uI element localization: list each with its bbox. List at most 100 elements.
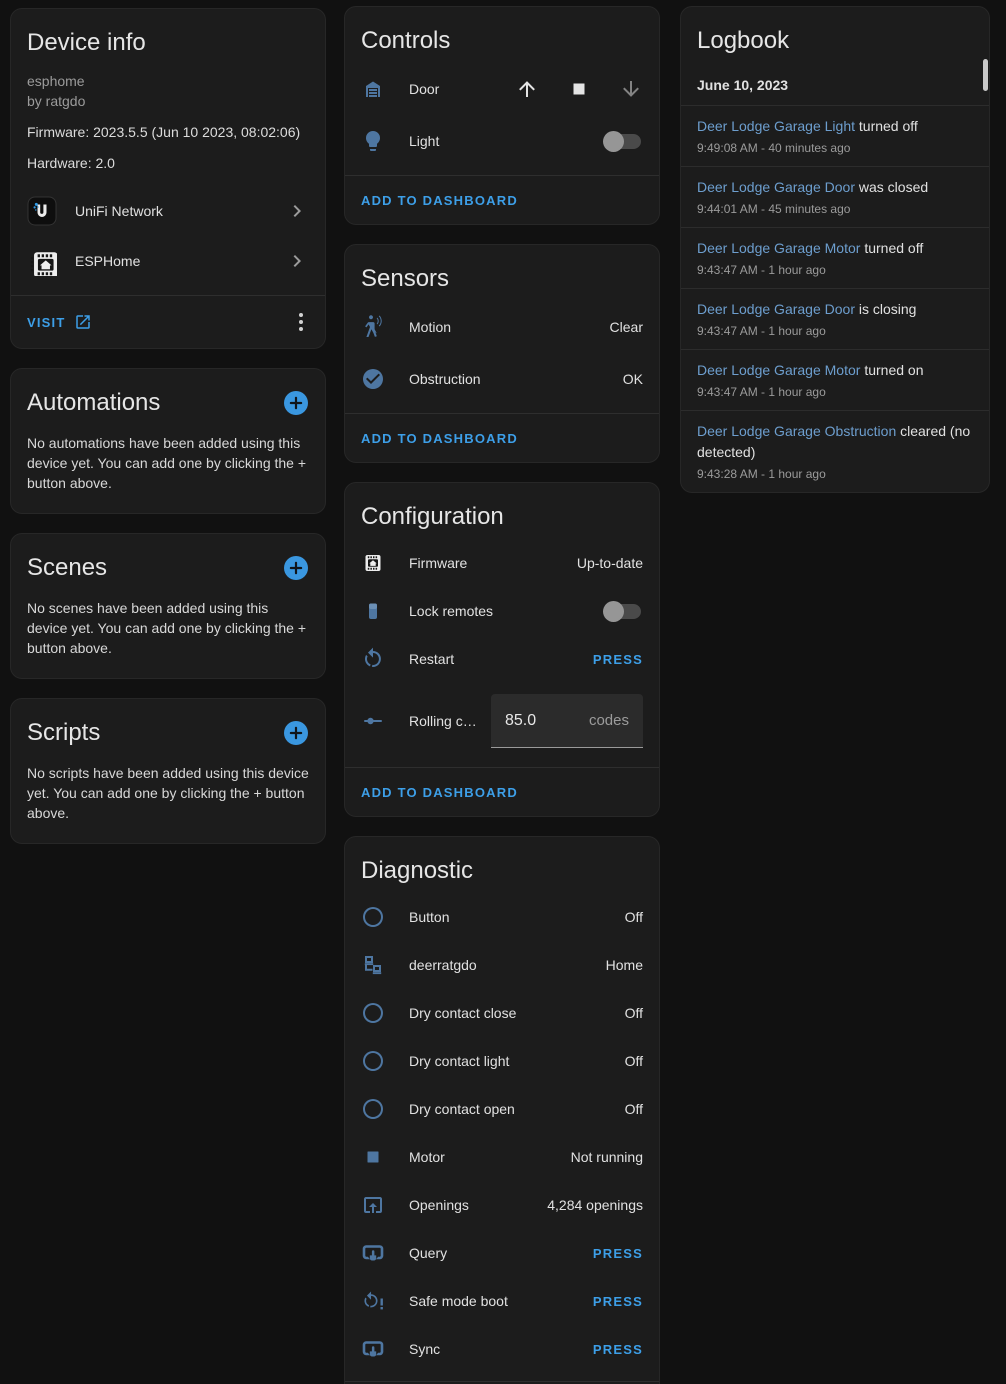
card-title: Scripts [27,719,101,746]
row-state: Clear [609,319,643,335]
logbook-scrollbar-thumb[interactable] [983,59,988,91]
row-restart[interactable]: Restart PRESS [345,635,659,683]
query-press-button[interactable]: PRESS [593,1246,643,1261]
add-script-button[interactable] [283,720,309,746]
logbook-entry: Deer Lodge Garage Door was closed 9:44:0… [681,166,989,227]
logbook-action: turned on [864,362,924,378]
sync-press-button[interactable]: PRESS [593,1342,643,1357]
device-hardware-version: Hardware: 2.0 [27,155,115,171]
add-automation-button[interactable] [283,390,309,416]
scenes-card: Scenes No scenes have been added using t… [10,533,326,679]
add-to-dashboard-button[interactable]: ADD TO DASHBOARD [361,431,518,446]
logbook-entry: Deer Lodge Garage Door is closing 9:43:4… [681,288,989,349]
right-column: Logbook June 10, 2023 Deer Lodge Garage … [680,0,990,512]
device-app-name: esphome [27,73,85,89]
add-to-dashboard-button[interactable]: ADD TO DASHBOARD [361,785,518,800]
row-label: Motion [409,319,452,335]
restart-icon [361,647,385,671]
middle-column: Controls Door Light ADD TO DASHBOARD Sen… [344,0,660,1384]
row-label: Openings [409,1197,469,1213]
card-title: Sensors [361,265,450,292]
integration-row-unifi[interactable]: UniFi Network [11,187,325,235]
row-label: Firmware [409,555,468,571]
row-button[interactable]: Button Off [345,893,659,941]
row-label: Motor [409,1149,445,1165]
cover-button-group [515,77,643,101]
door-stop-button[interactable] [567,77,591,101]
row-obstruction[interactable]: Obstruction OK [345,353,659,405]
left-column: Device info esphome by ratgdo Firmware: … [10,0,326,863]
row-firmware[interactable]: Firmware Up-to-date [345,539,659,587]
stop-icon [567,77,591,101]
visit-button[interactable]: VISIT [27,313,92,331]
row-dry-contact-close[interactable]: Dry contact close Off [345,989,659,1037]
row-motor[interactable]: Motor Not running [345,1133,659,1181]
restart-press-button[interactable]: PRESS [593,652,643,667]
row-openings[interactable]: Openings 4,284 openings [345,1181,659,1229]
integration-label: ESPHome [75,253,141,269]
row-label: Dry contact close [409,1005,517,1021]
row-sync[interactable]: Sync PRESS [345,1325,659,1373]
row-motion[interactable]: Motion Clear [345,301,659,353]
row-light[interactable]: Light [345,115,659,167]
device-firmware-version: Firmware: 2023.5.5 (Jun 10 2023, 08:02:0… [27,124,301,140]
empty-state-text: No scenes have been added using this dev… [27,600,307,656]
row-deerratgdo[interactable]: deerratgdo Home [345,941,659,989]
logbook-timestamp: 9:43:28 AM - 1 hour ago [697,467,826,481]
logbook-entity-link[interactable]: Deer Lodge Garage Light [697,118,855,134]
esphome-logo-icon [27,246,57,276]
empty-state-text: No automations have been added using thi… [27,435,307,491]
diagnostic-card: Diagnostic Button Off deerratgdo Home Dr… [344,836,660,1384]
row-lock-remotes[interactable]: Lock remotes [345,587,659,635]
row-state: Off [624,909,643,925]
row-query[interactable]: Query PRESS [345,1229,659,1277]
card-title: Diagnostic [361,857,474,884]
circle-outline-icon [361,904,385,930]
light-toggle[interactable] [603,130,641,152]
logbook-entity-link[interactable]: Deer Lodge Garage Motor [697,240,860,256]
rolling-code-input[interactable]: 85.0 codes [491,694,643,748]
door-open-button[interactable] [515,77,539,101]
add-to-dashboard-button[interactable]: ADD TO DASHBOARD [361,193,518,208]
row-label: Dry contact light [409,1053,510,1069]
empty-state-text: No scripts have been added using this de… [27,765,309,821]
integration-row-esphome[interactable]: ESPHome [11,237,325,285]
restart-alert-icon [361,1289,385,1313]
logbook-entity-link[interactable]: Deer Lodge Garage Obstruction [697,423,896,439]
logbook-entity-link[interactable]: Deer Lodge Garage Door [697,301,855,317]
logbook-entry: Deer Lodge Garage Motor turned on 9:43:4… [681,349,989,410]
rolling-code-unit: codes [588,712,629,729]
logbook-timestamp: 9:43:47 AM - 1 hour ago [697,385,826,399]
lock-remotes-toggle[interactable] [603,600,641,622]
logbook-action: was closed [858,179,929,195]
automations-card: Automations No automations have been add… [10,368,326,514]
logbook-card: Logbook June 10, 2023 Deer Lodge Garage … [680,6,990,493]
row-safe-mode-boot[interactable]: Safe mode boot PRESS [345,1277,659,1325]
row-label: Rolling co… [409,713,481,729]
row-door[interactable]: Door [345,63,659,115]
logbook-entry: Deer Lodge Garage Obstruction cleared (n… [681,410,989,492]
door-close-button[interactable] [619,77,643,101]
add-scene-button[interactable] [283,555,309,581]
overflow-menu-button[interactable] [289,310,313,334]
device-info-actions: VISIT [11,295,325,348]
logbook-entity-link[interactable]: Deer Lodge Garage Door [697,179,855,195]
row-rolling-code[interactable]: Rolling co… 85.0 codes [345,683,659,759]
logbook-timestamp: 9:43:47 AM - 1 hour ago [697,263,826,277]
logbook-entity-link[interactable]: Deer Lodge Garage Motor [697,362,860,378]
row-label: Query [409,1245,448,1261]
logbook-action: turned off [864,240,924,256]
device-manufacturer: by ratgdo [27,93,86,109]
toggle-thumb [603,130,624,152]
rolling-code-value: 85.0 [505,711,537,729]
row-dry-contact-open[interactable]: Dry contact open Off [345,1085,659,1133]
motion-sensor-icon [361,315,385,339]
row-state: 4,284 openings [547,1197,643,1213]
safe-mode-boot-press-button[interactable]: PRESS [593,1294,643,1309]
lan-icon [361,953,385,977]
row-dry-contact-light[interactable]: Dry contact light Off [345,1037,659,1085]
logbook-timestamp: 9:44:01 AM - 45 minutes ago [697,202,851,216]
circle-outline-icon [361,1048,385,1074]
toggle-thumb [603,600,624,622]
square-icon [361,1145,385,1169]
